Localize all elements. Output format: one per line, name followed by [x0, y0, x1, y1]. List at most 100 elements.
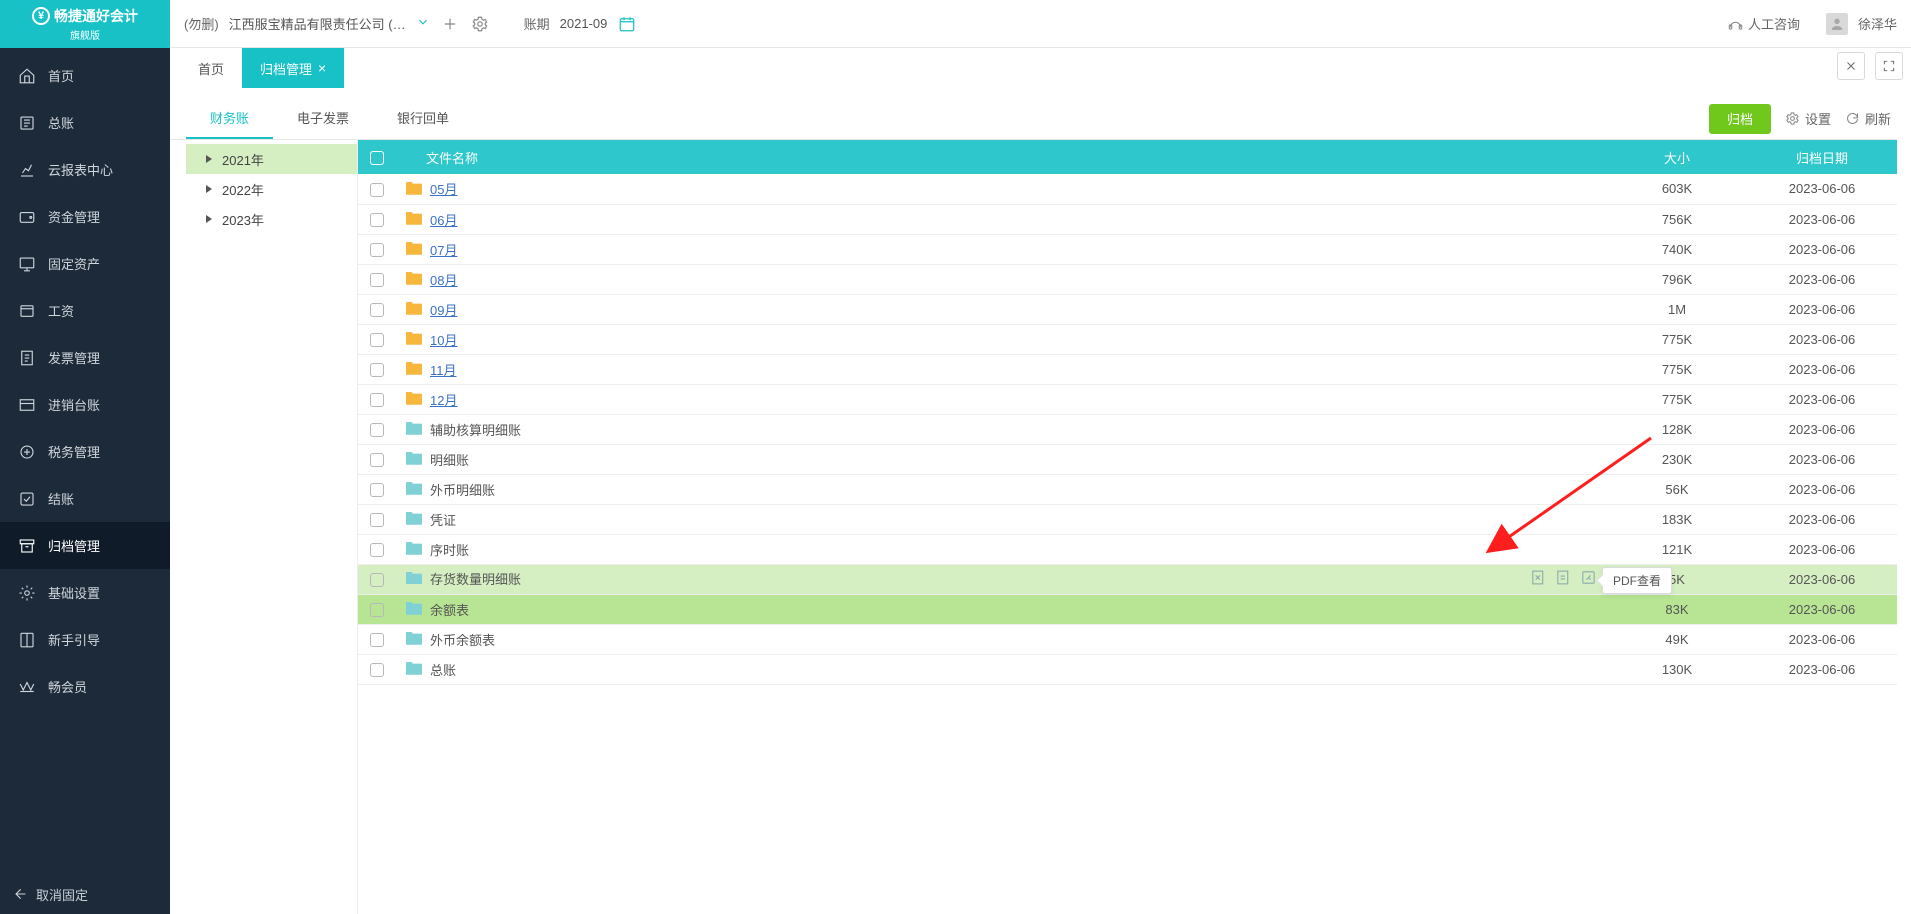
- file-name[interactable]: 07月: [430, 240, 457, 259]
- row-checkbox[interactable]: [370, 333, 384, 347]
- file-name[interactable]: 序时账: [430, 540, 469, 559]
- subtab-einvoice[interactable]: 电子发票: [273, 98, 373, 139]
- user-avatar-icon[interactable]: [1826, 13, 1848, 35]
- file-name[interactable]: 外币余额表: [430, 630, 495, 649]
- sidebar-item-chart[interactable]: 云报表中心: [0, 146, 170, 193]
- settings-link[interactable]: 设置: [1785, 109, 1831, 128]
- file-date: 2023-06-06: [1747, 324, 1897, 354]
- file-name[interactable]: 辅助核算明细账: [430, 420, 521, 439]
- file-name[interactable]: 凭证: [430, 510, 456, 529]
- table-row[interactable]: 10月775K2023-06-06: [358, 324, 1897, 354]
- pdf-export-icon[interactable]: [1555, 569, 1572, 589]
- table-row[interactable]: 序时账121K2023-06-06: [358, 534, 1897, 564]
- company-settings-icon[interactable]: [470, 14, 490, 34]
- archive-button[interactable]: 归档: [1709, 104, 1771, 134]
- table-row[interactable]: 07月740K2023-06-06: [358, 234, 1897, 264]
- sidebar-item-gear[interactable]: 基础设置: [0, 569, 170, 616]
- row-checkbox[interactable]: [370, 423, 384, 437]
- tab-archive-close-icon[interactable]: ×: [318, 60, 326, 76]
- sidebar-item-guide[interactable]: 新手引导: [0, 616, 170, 663]
- refresh-label: 刷新: [1865, 109, 1891, 128]
- sidebar-item-invoice[interactable]: 发票管理: [0, 334, 170, 381]
- company-dropdown-icon[interactable]: [416, 15, 430, 32]
- file-name[interactable]: 06月: [430, 210, 457, 229]
- sidebar-item-archive[interactable]: 归档管理: [0, 522, 170, 569]
- calendar-icon[interactable]: [617, 14, 637, 34]
- row-checkbox[interactable]: [370, 543, 384, 557]
- user-name[interactable]: 徐泽华: [1858, 14, 1897, 33]
- row-checkbox[interactable]: [370, 213, 384, 227]
- table-row[interactable]: 05月603K2023-06-06: [358, 174, 1897, 204]
- row-checkbox[interactable]: [370, 453, 384, 467]
- company-prefix: (勿删): [184, 14, 219, 33]
- period-value[interactable]: 2021-09: [560, 16, 608, 31]
- table-row[interactable]: 余额表83K2023-06-06: [358, 594, 1897, 624]
- table-row[interactable]: 辅助核算明细账128K2023-06-06: [358, 414, 1897, 444]
- sidebar-item-salary[interactable]: 工资: [0, 287, 170, 334]
- file-name[interactable]: 11月: [430, 360, 457, 379]
- year-node[interactable]: 2022年: [186, 174, 357, 204]
- row-checkbox[interactable]: [370, 633, 384, 647]
- select-all-checkbox[interactable]: [370, 151, 384, 165]
- sidebar-item-ledger[interactable]: 总账: [0, 99, 170, 146]
- support-link[interactable]: 人工咨询: [1728, 14, 1800, 33]
- table-row[interactable]: 06月756K2023-06-06: [358, 204, 1897, 234]
- file-name[interactable]: 明细账: [430, 450, 469, 469]
- file-name[interactable]: 08月: [430, 270, 457, 289]
- table-row[interactable]: 存货数量明细账PDF查看5K2023-06-06: [358, 564, 1897, 594]
- folder-icon: [406, 242, 422, 256]
- row-checkbox[interactable]: [370, 663, 384, 677]
- table-row[interactable]: 明细账230K2023-06-06: [358, 444, 1897, 474]
- file-name[interactable]: 存货数量明细账: [430, 569, 521, 588]
- sidebar-item-vip[interactable]: 畅会员: [0, 663, 170, 710]
- row-checkbox[interactable]: [370, 603, 384, 617]
- file-name[interactable]: 外币明细账: [430, 480, 495, 499]
- pdf-view-icon[interactable]: [1580, 569, 1597, 589]
- sidebar-item-home[interactable]: 首页: [0, 52, 170, 99]
- table-row[interactable]: 外币余额表49K2023-06-06: [358, 624, 1897, 654]
- row-checkbox[interactable]: [370, 513, 384, 527]
- tab-archive[interactable]: 归档管理 ×: [242, 48, 344, 88]
- subtab-row: 财务账 电子发票 银行回单 归档 设置 刷新: [170, 98, 1897, 140]
- table-row[interactable]: 12月775K2023-06-06: [358, 384, 1897, 414]
- table-row[interactable]: 08月796K2023-06-06: [358, 264, 1897, 294]
- refresh-link[interactable]: 刷新: [1845, 109, 1891, 128]
- sidebar-item-tax[interactable]: 税务管理: [0, 428, 170, 475]
- file-name[interactable]: 余额表: [430, 600, 469, 619]
- file-name[interactable]: 05月: [430, 179, 457, 198]
- row-checkbox[interactable]: [370, 573, 384, 587]
- row-checkbox[interactable]: [370, 183, 384, 197]
- row-checkbox[interactable]: [370, 363, 384, 377]
- add-company-icon[interactable]: [440, 14, 460, 34]
- company-name[interactable]: 江西服宝精品有限责任公司 (…: [229, 14, 406, 33]
- year-node[interactable]: 2021年: [186, 144, 357, 174]
- sidebar-item-asset[interactable]: 固定资产: [0, 240, 170, 287]
- row-checkbox[interactable]: [370, 393, 384, 407]
- year-node[interactable]: 2023年: [186, 204, 357, 234]
- row-checkbox[interactable]: [370, 243, 384, 257]
- file-name[interactable]: 09月: [430, 300, 457, 319]
- tab-fullscreen-button[interactable]: [1875, 52, 1903, 80]
- topbar: (勿删) 江西服宝精品有限责任公司 (… 账期 2021-09 人工咨询 徐泽华: [170, 0, 1911, 48]
- table-row[interactable]: 凭证183K2023-06-06: [358, 504, 1897, 534]
- unpin-button[interactable]: 取消固定: [0, 874, 170, 914]
- row-checkbox[interactable]: [370, 483, 384, 497]
- tab-close-all-button[interactable]: [1837, 52, 1865, 80]
- subtab-finance[interactable]: 财务账: [186, 98, 273, 139]
- sidebar-item-wallet[interactable]: 资金管理: [0, 193, 170, 240]
- file-name[interactable]: 12月: [430, 390, 457, 409]
- tab-home[interactable]: 首页: [180, 48, 242, 88]
- excel-export-icon[interactable]: [1530, 569, 1547, 589]
- sidebar-item-inout[interactable]: 进销台账: [0, 381, 170, 428]
- brand-edition: 旗舰版: [70, 27, 100, 42]
- file-name[interactable]: 10月: [430, 330, 457, 349]
- sidebar-item-close[interactable]: 结账: [0, 475, 170, 522]
- table-row[interactable]: 11月775K2023-06-06: [358, 354, 1897, 384]
- table-row[interactable]: 09月1M2023-06-06: [358, 294, 1897, 324]
- table-row[interactable]: 总账130K2023-06-06: [358, 654, 1897, 684]
- subtab-bank[interactable]: 银行回单: [373, 98, 473, 139]
- file-name[interactable]: 总账: [430, 660, 456, 679]
- row-checkbox[interactable]: [370, 303, 384, 317]
- row-checkbox[interactable]: [370, 273, 384, 287]
- table-row[interactable]: 外币明细账56K2023-06-06: [358, 474, 1897, 504]
